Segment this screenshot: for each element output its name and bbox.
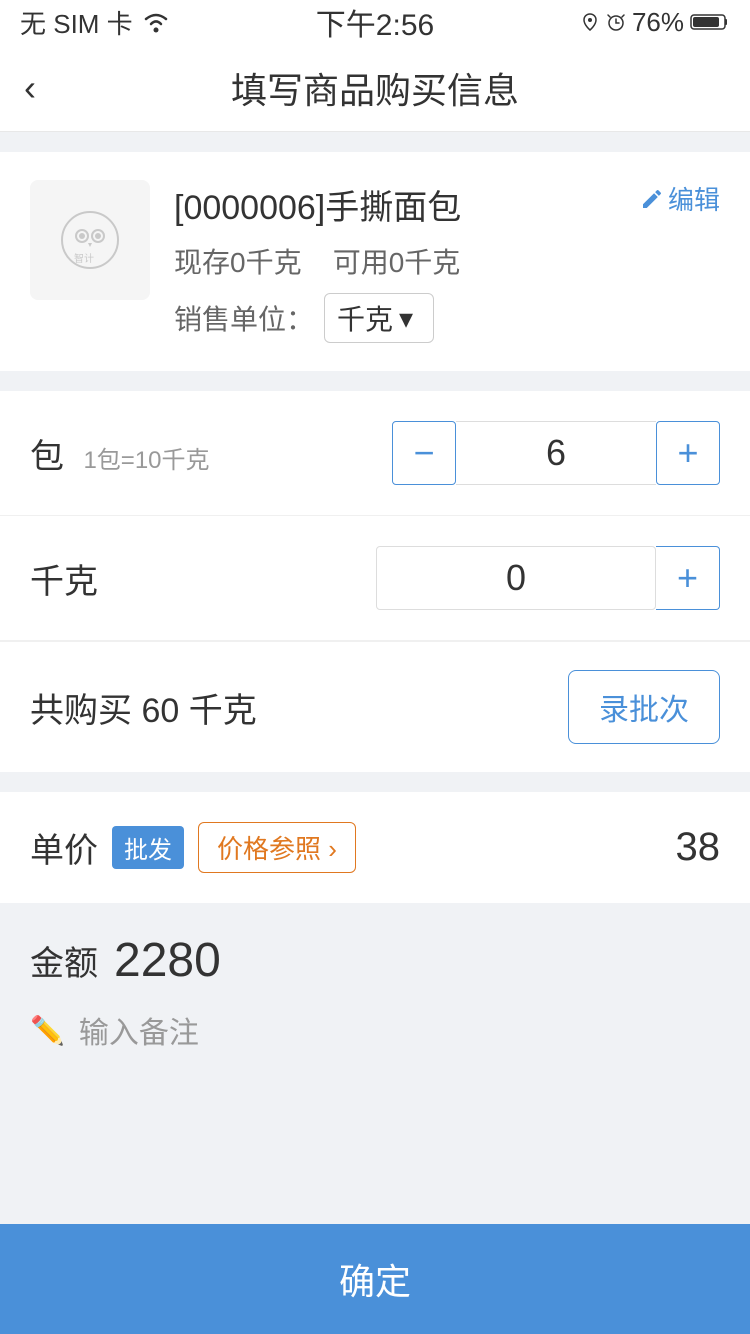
kg-plus-button[interactable]: + (656, 546, 720, 610)
pencil-icon: ✏️ (30, 1014, 65, 1047)
bao-label: 包 1包=10千克 (30, 429, 392, 478)
bao-plus-button[interactable]: + (656, 421, 720, 485)
bao-row: 包 1包=10千克 − + (0, 391, 750, 516)
price-value: 38 (676, 825, 721, 870)
remark-row[interactable]: ✏️ 输入备注 (30, 1008, 720, 1052)
amount-row: 金额 2280 (30, 933, 720, 988)
alarm-icon (606, 12, 626, 32)
edit-icon (640, 187, 664, 211)
bao-sublabel: 1包=10千克 (83, 447, 209, 474)
price-type-tag: 批发 (112, 826, 184, 869)
kg-label: 千克 (30, 554, 376, 603)
status-time: 下午2:56 (316, 0, 434, 44)
product-card: 智计 [0000006]手撕面包 编辑 现存0千克 可用0千克 销售单位： 千克… (0, 152, 750, 371)
confirm-button[interactable]: 确定 (339, 1253, 411, 1305)
summary-row: 共购买 60 千克 录批次 (0, 641, 750, 772)
amount-value: 2280 (114, 933, 221, 988)
bao-qty-input[interactable] (456, 421, 656, 485)
unit-select[interactable]: 千克 ▾ (324, 293, 434, 343)
product-logo-icon: 智计 (60, 210, 120, 270)
battery-text: 76% (632, 7, 684, 38)
price-section: 单价 批发 价格参照 › 38 (0, 792, 750, 903)
quantity-form: 包 1包=10千克 − + 千克 + 共购买 60 千克 录批次 (0, 391, 750, 772)
location-icon (580, 12, 600, 32)
kg-row: 千克 + (0, 516, 750, 641)
carrier-text: 无 SIM 卡 (20, 4, 133, 41)
product-name: [0000006]手撕面包 (174, 180, 461, 229)
confirm-bar[interactable]: 确定 (0, 1224, 750, 1334)
product-info: [0000006]手撕面包 编辑 现存0千克 可用0千克 销售单位： 千克 ▾ (174, 180, 720, 343)
product-thumbnail: 智计 (30, 180, 150, 300)
product-unit-row: 销售单位： 千克 ▾ (174, 293, 720, 343)
price-reference-button[interactable]: 价格参照 › (198, 822, 356, 873)
price-row: 单价 批发 价格参照 › 38 (30, 822, 720, 873)
product-name-row: [0000006]手撕面包 编辑 (174, 180, 720, 229)
edit-button[interactable]: 编辑 (640, 180, 720, 217)
summary-text: 共购买 60 千克 (30, 683, 257, 732)
price-label: 单价 (30, 823, 98, 872)
bao-minus-button[interactable]: − (392, 421, 456, 485)
status-right: 76% (580, 7, 730, 38)
back-button[interactable]: ‹ (24, 67, 36, 109)
page-header: ‹ 填写商品购买信息 (0, 44, 750, 132)
svg-text:智计: 智计 (74, 252, 94, 265)
amount-label: 金额 (30, 936, 98, 985)
dropdown-arrow-icon: ▾ (399, 302, 413, 335)
status-bar: 无 SIM 卡 下午2:56 76% (0, 0, 750, 44)
amount-section: 金额 2280 ✏️ 输入备注 (0, 903, 750, 1072)
bao-qty-control: − + (392, 421, 720, 485)
status-left: 无 SIM 卡 (20, 4, 171, 41)
product-stock: 现存0千克 可用0千克 (174, 241, 720, 281)
battery-icon (690, 12, 730, 32)
page-title: 填写商品购买信息 (231, 62, 519, 114)
kg-qty-input[interactable] (376, 546, 656, 610)
remark-label: 输入备注 (79, 1008, 199, 1052)
kg-qty-control: + (376, 546, 720, 610)
wifi-icon (141, 11, 171, 33)
batch-button[interactable]: 录批次 (568, 670, 720, 744)
